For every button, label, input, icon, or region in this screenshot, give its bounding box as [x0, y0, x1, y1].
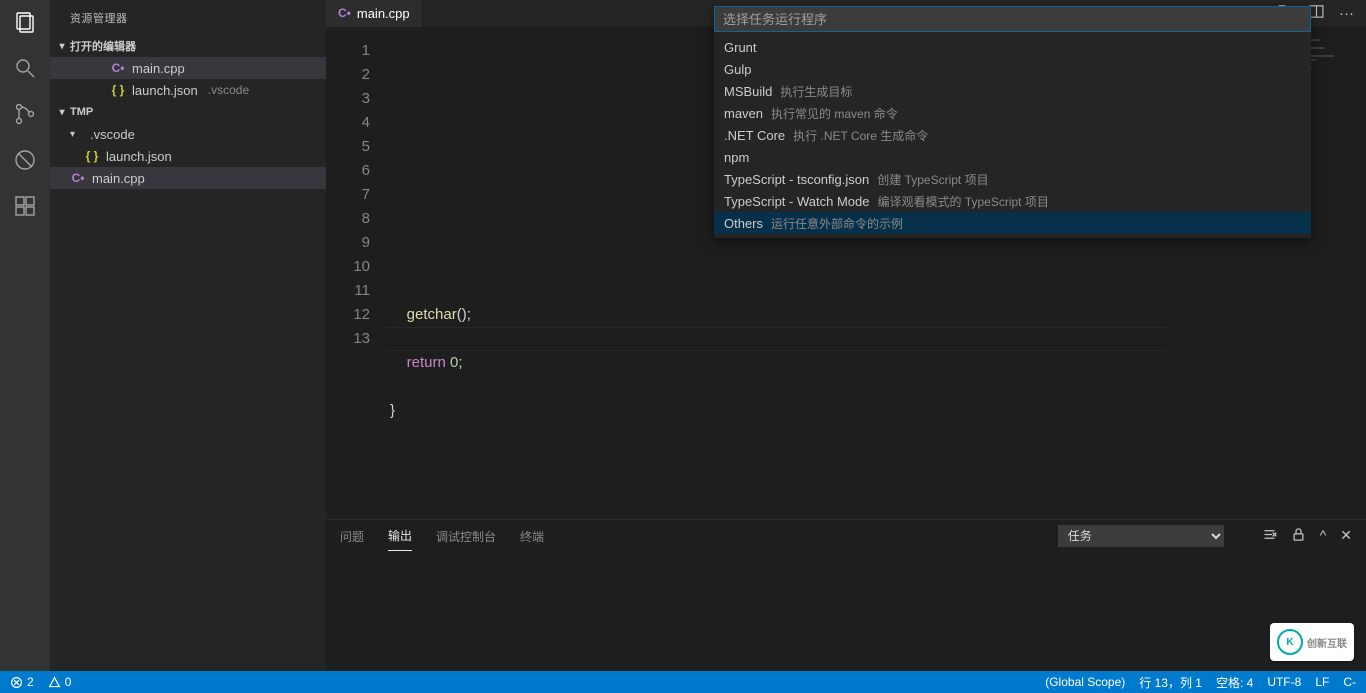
- quick-pick-item[interactable]: .NET Core 执行 .NET Core 生成命令: [714, 124, 1311, 146]
- workspace-label: TMP: [70, 106, 93, 118]
- quick-pick-label: npm: [724, 150, 749, 165]
- status-scope[interactable]: (Global Scope): [1045, 675, 1125, 689]
- quick-pick-item[interactable]: Gulp: [714, 58, 1311, 80]
- status-language[interactable]: C-: [1343, 675, 1356, 689]
- status-spaces[interactable]: 空格: 4: [1216, 674, 1253, 691]
- tab-main-cpp[interactable]: C• main.cpp: [326, 0, 423, 27]
- code-token: getchar: [407, 306, 457, 323]
- quick-pick-item[interactable]: maven 执行常见的 maven 命令: [714, 102, 1311, 124]
- file-label: main.cpp: [132, 61, 185, 76]
- status-errors[interactable]: 2: [10, 675, 34, 689]
- status-eol[interactable]: LF: [1315, 675, 1329, 689]
- quick-pick-item[interactable]: Others 运行任意外部命令的示例: [714, 212, 1311, 234]
- panel-body[interactable]: [326, 553, 1366, 671]
- quick-pick-item[interactable]: TypeScript - tsconfig.json 创建 TypeScript …: [714, 168, 1311, 190]
- line-gutter: 12345678910111213: [326, 27, 386, 519]
- debug-icon[interactable]: [11, 146, 39, 174]
- quick-pick-item[interactable]: MSBuild 执行生成目标: [714, 80, 1311, 102]
- cpp-file-icon: C•: [110, 61, 126, 75]
- more-icon[interactable]: ···: [1339, 5, 1354, 22]
- code-token: return: [407, 354, 446, 371]
- panel-tab-terminal[interactable]: 终端: [520, 522, 544, 551]
- quick-pick-input[interactable]: [714, 6, 1311, 32]
- source-control-icon[interactable]: [11, 100, 39, 128]
- quick-pick-desc: 运行任意外部命令的示例: [771, 215, 903, 232]
- open-editors-header[interactable]: ▾ 打开的编辑器: [50, 35, 326, 57]
- file-label: launch.json: [132, 83, 198, 98]
- watermark-text: 创新互联: [1307, 635, 1347, 650]
- quick-pick-label: MSBuild: [724, 84, 772, 99]
- chevron-down-icon: ▾: [54, 107, 70, 118]
- tree-file-main-cpp[interactable]: C• main.cpp: [50, 167, 326, 189]
- code-line: }: [390, 399, 1266, 423]
- folder-label: .vscode: [90, 127, 135, 142]
- open-editor-main-cpp[interactable]: C• main.cpp: [50, 57, 326, 79]
- code-token: ;: [458, 354, 462, 371]
- watermark-badge: K 创新互联: [1270, 623, 1354, 661]
- activity-bar: [0, 0, 50, 671]
- file-label: launch.json: [106, 149, 172, 164]
- explorer-icon[interactable]: [11, 8, 39, 36]
- open-editors-label: 打开的编辑器: [70, 38, 136, 54]
- panel-tabs: 问题 输出 调试控制台 终端 任务 ^: [326, 520, 1366, 553]
- json-file-icon: { }: [110, 83, 126, 97]
- editor-group: C• main.cpp ··· 12345678910111213: [326, 0, 1366, 671]
- code-token: ();: [457, 306, 471, 323]
- code-indent: [390, 306, 407, 323]
- panel-maximize-icon[interactable]: ^: [1320, 527, 1327, 545]
- quick-pick-label: Grunt: [724, 40, 757, 55]
- chevron-down-icon: ▾: [54, 41, 70, 52]
- panel-close-icon[interactable]: ✕: [1340, 527, 1352, 545]
- chevron-down-icon: ▾: [70, 129, 84, 140]
- status-warnings[interactable]: 0: [48, 675, 72, 689]
- file-folder: .vscode: [208, 83, 249, 97]
- errors-count: 2: [27, 675, 34, 689]
- clear-output-icon[interactable]: [1262, 527, 1277, 545]
- status-bar: 2 0 (Global Scope) 行 13，列 1 空格: 4 UTF-8 …: [0, 671, 1366, 693]
- quick-pick-label: .NET Core: [724, 128, 785, 143]
- cpp-file-icon: C•: [70, 171, 86, 185]
- warnings-count: 0: [65, 675, 72, 689]
- quick-pick-desc: 执行生成目标: [780, 83, 852, 100]
- lock-scroll-icon[interactable]: [1291, 527, 1306, 545]
- sidebar-title: 资源管理器: [50, 0, 326, 35]
- tree-file-launch-json[interactable]: { } launch.json: [50, 145, 326, 167]
- workspace-header[interactable]: ▾ TMP: [50, 101, 326, 123]
- quick-pick-item[interactable]: npm: [714, 146, 1311, 168]
- cpp-file-icon: C•: [338, 6, 351, 20]
- bottom-panel: 问题 输出 调试控制台 终端 任务 ^: [326, 519, 1366, 671]
- explorer-sidebar: 资源管理器 ▾ 打开的编辑器 C• main.cpp { } launch.js…: [50, 0, 326, 671]
- quick-pick-desc: 执行 .NET Core 生成命令: [793, 127, 928, 144]
- quick-pick-desc: 执行常见的 maven 命令: [771, 105, 898, 122]
- quick-pick-label: Others: [724, 216, 763, 231]
- quick-pick-desc: 编译观看模式的 TypeScript 项目: [877, 193, 1048, 210]
- tab-label: main.cpp: [357, 6, 410, 21]
- watermark-glyph: K: [1277, 629, 1303, 655]
- quick-pick-item[interactable]: TypeScript - Watch Mode 编译观看模式的 TypeScrip…: [714, 190, 1311, 212]
- search-icon[interactable]: [11, 54, 39, 82]
- quick-pick-label: maven: [724, 106, 763, 121]
- status-encoding[interactable]: UTF-8: [1267, 675, 1301, 689]
- quick-pick-label: TypeScript - tsconfig.json: [724, 172, 869, 187]
- panel-tab-debug-console[interactable]: 调试控制台: [436, 522, 496, 551]
- quick-pick-label: TypeScript - Watch Mode: [724, 194, 869, 209]
- output-channel-select[interactable]: 任务: [1058, 525, 1224, 547]
- extensions-icon[interactable]: [11, 192, 39, 220]
- json-file-icon: { }: [84, 149, 100, 163]
- open-editor-launch-json[interactable]: { } launch.json .vscode: [50, 79, 326, 101]
- quick-pick-label: Gulp: [724, 62, 751, 77]
- quick-pick-desc: 创建 TypeScript 项目: [877, 171, 988, 188]
- status-ln-col[interactable]: 行 13，列 1: [1139, 674, 1202, 691]
- panel-tab-output[interactable]: 输出: [388, 521, 412, 551]
- quick-pick: Grunt Gulp MSBuild 执行生成目标 maven 执行常见的 maven 命…: [714, 6, 1311, 238]
- quick-pick-item[interactable]: Grunt: [714, 36, 1311, 58]
- quick-pick-list: Grunt Gulp MSBuild 执行生成目标 maven 执行常见的 maven 命…: [714, 32, 1311, 238]
- code-indent: [390, 354, 407, 371]
- tree-folder-vscode[interactable]: ▾ .vscode: [50, 123, 326, 145]
- panel-tab-problems[interactable]: 问题: [340, 522, 364, 551]
- file-label: main.cpp: [92, 171, 145, 186]
